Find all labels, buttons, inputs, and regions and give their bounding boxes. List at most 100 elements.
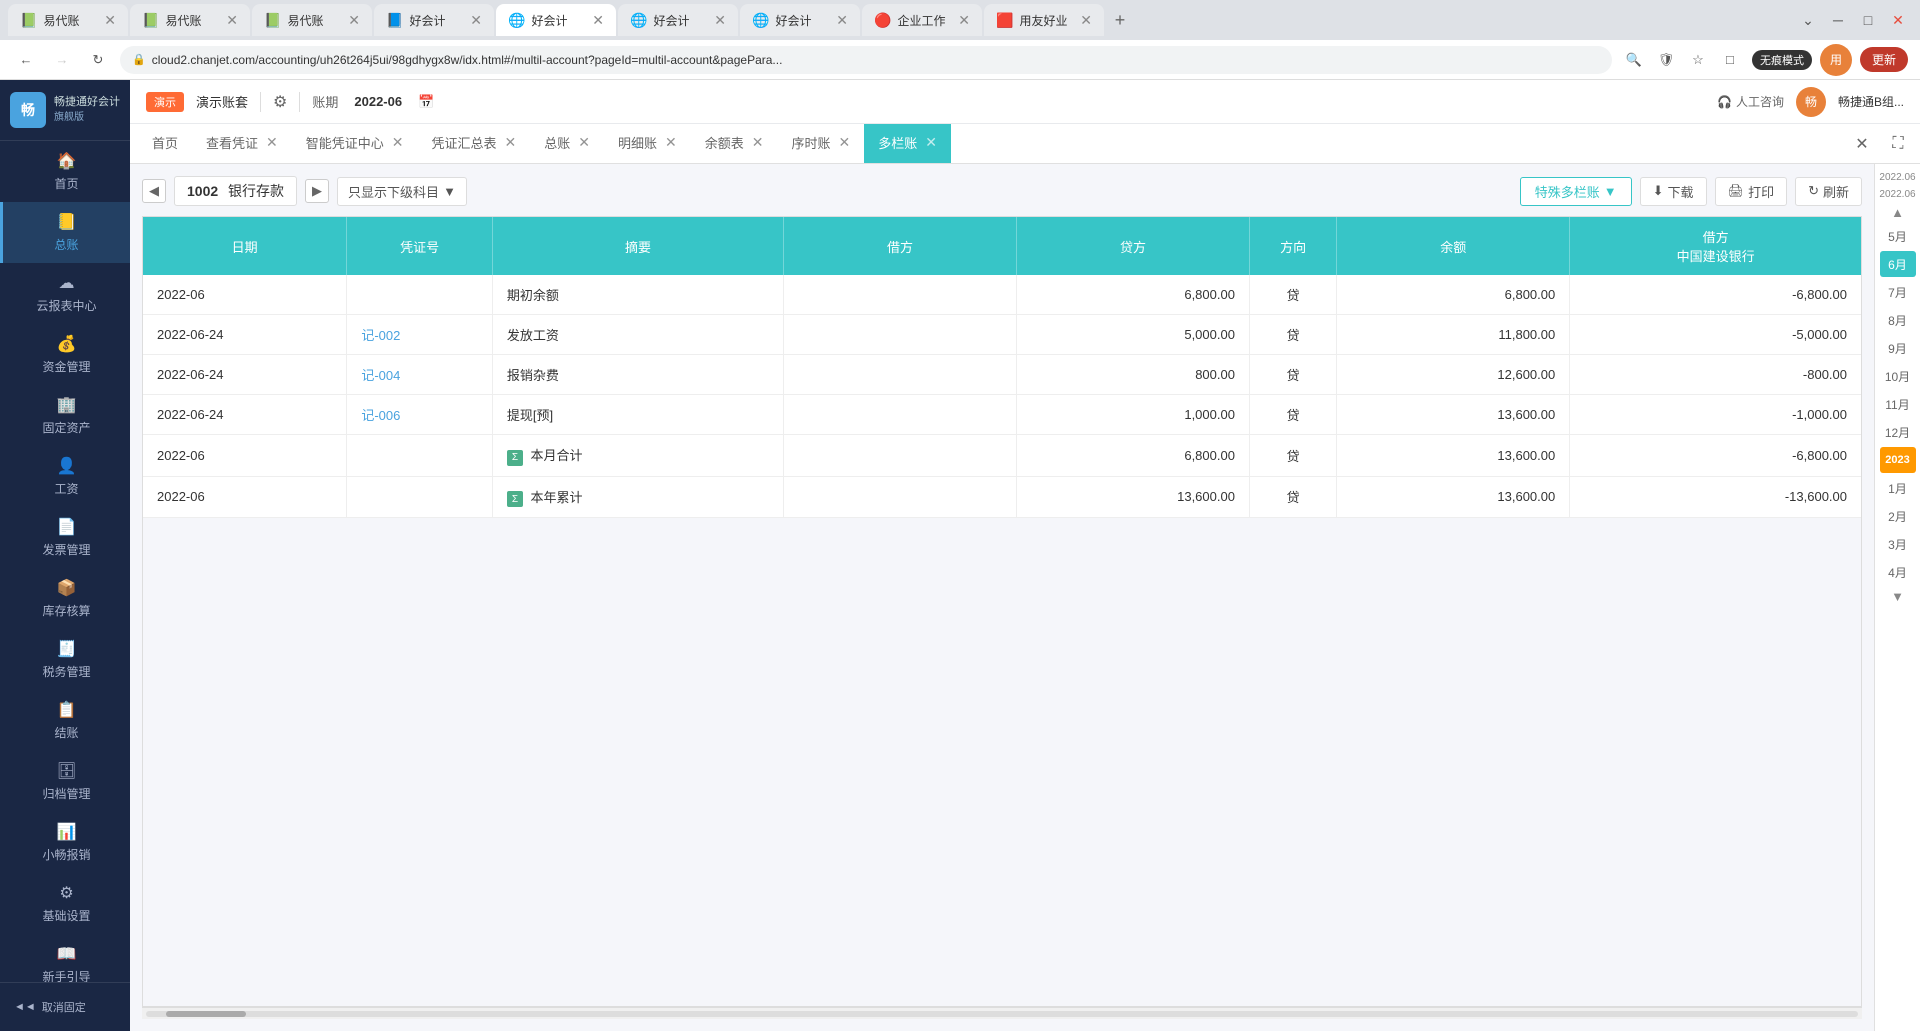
top-bar: 演示 演示账套 ⚙ 账期 2022-06 📅 🎧 人工咨询 畅 畅捷通B组... [130, 80, 1920, 124]
reload-button[interactable]: ↻ [84, 46, 112, 74]
tab-close-multi-column[interactable]: ✕ [925, 134, 937, 151]
app-tab-detail-ledger[interactable]: 明细账 ✕ [604, 124, 691, 164]
maximize-tab-button[interactable]: ⛶ [1884, 130, 1912, 158]
forward-button[interactable]: → [48, 46, 76, 74]
browser-tab-9[interactable]: 🟥 用友好业 ✕ [984, 4, 1104, 36]
browser-tab-6[interactable]: 🌐 好会计 ✕ [618, 4, 738, 36]
tab-close-8[interactable]: ✕ [958, 12, 970, 29]
sidebar-item-salary[interactable]: 👤 工资 [0, 446, 130, 507]
next-account-button[interactable]: ▶ [305, 179, 329, 203]
calendar-icon[interactable]: 📅 [418, 94, 434, 110]
browser-tab-2[interactable]: 📗 易代账 ✕ [130, 4, 250, 36]
month-scroll-up[interactable]: ▲ [1884, 202, 1912, 222]
voucher-link-3[interactable]: 记-004 [361, 368, 400, 383]
sidebar-item-invoice[interactable]: 📄 发票管理 [0, 507, 130, 568]
url-bar[interactable]: 🔒 cloud2.chanjet.com/accounting/uh26t264… [120, 46, 1612, 74]
browser-tab-1[interactable]: 📗 易代账 ✕ [8, 4, 128, 36]
tab-close-4[interactable]: ✕ [470, 12, 482, 29]
month-scroll-down[interactable]: ▼ [1884, 586, 1912, 606]
app-tab-voucher-summary[interactable]: 凭证汇总表 ✕ [418, 124, 531, 164]
user-profile-button[interactable]: 用 [1820, 44, 1852, 76]
month-item-nov[interactable]: 11月 [1880, 391, 1916, 417]
download-button[interactable]: ⬇ 下载 [1640, 177, 1707, 206]
sidebar-item-fund[interactable]: 💰 资金管理 [0, 324, 130, 385]
bookmark-button[interactable]: 🔍 [1620, 46, 1648, 74]
extensions-button[interactable]: □ [1716, 46, 1744, 74]
month-item-oct[interactable]: 10月 [1880, 363, 1916, 389]
browser-tab-5[interactable]: 🌐 好会计 ✕ [496, 4, 616, 36]
horizontal-scrollbar[interactable] [142, 1007, 1862, 1019]
browser-tab-4[interactable]: 📘 好会计 ✕ [374, 4, 494, 36]
sidebar-item-ledger[interactable]: 📒 总账 [0, 202, 130, 263]
unpin-icon: ◄◄ [14, 1001, 36, 1013]
tab-close-smart-voucher[interactable]: ✕ [392, 134, 404, 151]
close-all-tabs-button[interactable]: ✕ [1848, 130, 1876, 158]
minimize-button[interactable]: ─ [1824, 6, 1852, 34]
tab-close-journal[interactable]: ✕ [839, 134, 851, 151]
month-item-dec[interactable]: 12月 [1880, 419, 1916, 445]
prev-account-button[interactable]: ◀ [142, 179, 166, 203]
settings-gear-icon[interactable]: ⚙ [273, 92, 287, 112]
sidebar-item-assets[interactable]: 🏢 固定资产 [0, 385, 130, 446]
cell-credit-1: 6,800.00 [1017, 275, 1250, 315]
month-item-sep[interactable]: 9月 [1880, 335, 1916, 361]
update-button[interactable]: 更新 [1860, 47, 1908, 72]
sidebar-item-guide[interactable]: 📖 新手引导 [0, 934, 130, 982]
voucher-link-2[interactable]: 记-002 [361, 328, 400, 343]
multi-column-button[interactable]: 特殊多栏账 ▼ [1520, 177, 1632, 206]
sidebar-item-settings[interactable]: ⚙ 基础设置 [0, 873, 130, 934]
app-tab-voucher[interactable]: 查看凭证 ✕ [192, 124, 292, 164]
maximize-button[interactable]: □ [1854, 6, 1882, 34]
month-item-july[interactable]: 7月 [1880, 279, 1916, 305]
back-button[interactable]: ← [12, 46, 40, 74]
month-item-apr[interactable]: 4月 [1880, 559, 1916, 585]
reading-mode-button[interactable]: 🛡 [1652, 46, 1680, 74]
tab-close-6[interactable]: ✕ [714, 12, 726, 29]
app-tab-balance[interactable]: 余额表 ✕ [691, 124, 778, 164]
sidebar-item-tax[interactable]: 🧾 税务管理 [0, 629, 130, 690]
new-tab-button[interactable]: + [1106, 6, 1134, 34]
year-badge-2023: 2023 [1880, 447, 1916, 473]
tab-close-7[interactable]: ✕ [836, 12, 848, 29]
tab-close-1[interactable]: ✕ [104, 12, 116, 29]
refresh-button[interactable]: ↻ 刷新 [1795, 177, 1862, 206]
month-item-june[interactable]: 6月 [1880, 251, 1916, 277]
browser-tab-7[interactable]: 🌐 好会计 ✕ [740, 4, 860, 36]
month-item-may[interactable]: 5月 [1880, 223, 1916, 249]
month-item-aug[interactable]: 8月 [1880, 307, 1916, 333]
star-button[interactable]: ☆ [1684, 46, 1712, 74]
tab-close-voucher[interactable]: ✕ [266, 134, 278, 151]
sidebar-item-report[interactable]: ☁ 云报表中心 [0, 263, 130, 324]
tab-list-button[interactable]: ⌄ [1794, 6, 1822, 34]
sidebar-item-expense[interactable]: 📊 小畅报销 [0, 812, 130, 873]
month-item-jan[interactable]: 1月 [1880, 475, 1916, 501]
month-item-feb[interactable]: 2月 [1880, 503, 1916, 529]
browser-tab-8[interactable]: 🔴 企业工作 ✕ [862, 4, 982, 36]
month-item-mar[interactable]: 3月 [1880, 531, 1916, 557]
tab-close-3[interactable]: ✕ [348, 12, 360, 29]
browser-tab-3[interactable]: 📗 易代账 ✕ [252, 4, 372, 36]
incognito-badge: 无痕模式 [1752, 50, 1812, 70]
voucher-link-4[interactable]: 记-006 [361, 408, 400, 423]
tab-close-9[interactable]: ✕ [1080, 12, 1092, 29]
close-window-button[interactable]: ✕ [1884, 6, 1912, 34]
tab-close-5[interactable]: ✕ [592, 12, 604, 29]
subject-filter-dropdown[interactable]: 只显示下级科目 ▼ [337, 177, 467, 206]
print-button[interactable]: 🖨 打印 [1715, 177, 1788, 206]
service-button[interactable]: 🎧 人工咨询 [1717, 93, 1784, 110]
tab-close-voucher-summary[interactable]: ✕ [505, 134, 517, 151]
tab-close-detail-ledger[interactable]: ✕ [665, 134, 677, 151]
app-tab-smart-voucher[interactable]: 智能凭证中心 ✕ [292, 124, 418, 164]
sidebar-item-inventory[interactable]: 📦 库存核算 [0, 568, 130, 629]
tab-close-balance[interactable]: ✕ [752, 134, 764, 151]
sidebar-item-close[interactable]: 📋 结账 [0, 690, 130, 751]
app-tab-home[interactable]: 首页 [138, 124, 192, 164]
app-tab-journal[interactable]: 序时账 ✕ [778, 124, 865, 164]
unpin-button[interactable]: ◄◄ 取消固定 [10, 993, 120, 1021]
tab-close-2[interactable]: ✕ [226, 12, 238, 29]
app-tab-general-ledger[interactable]: 总账 ✕ [530, 124, 604, 164]
app-tab-multi-column[interactable]: 多栏账 ✕ [864, 124, 951, 164]
sidebar-item-home[interactable]: 🏠 首页 [0, 141, 130, 202]
sidebar-item-archive[interactable]: 🗄 归档管理 [0, 751, 130, 812]
tab-close-general-ledger[interactable]: ✕ [578, 134, 590, 151]
